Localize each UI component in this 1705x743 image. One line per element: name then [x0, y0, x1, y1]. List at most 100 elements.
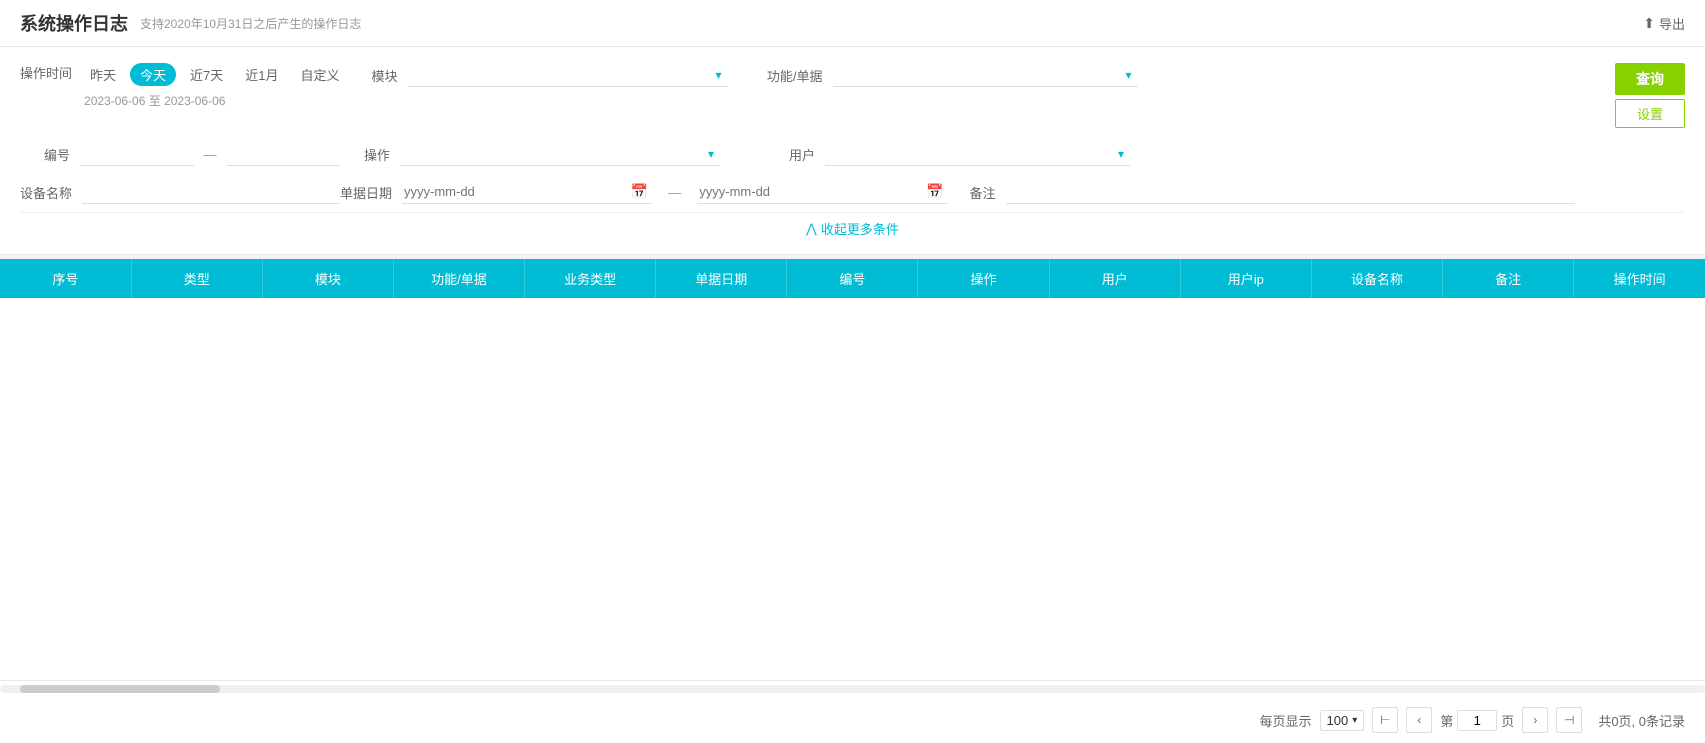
page-unit: 页	[1501, 711, 1514, 730]
filter-row-3: 设备名称 单据日期 📅 — 📅	[20, 180, 1685, 204]
time-btn-7days[interactable]: 近7天	[182, 63, 231, 86]
page-label: 第	[1440, 711, 1453, 730]
time-range: 2023-06-06 至 2023-06-06	[82, 92, 348, 109]
date-range: 📅 — 📅	[402, 180, 947, 204]
export-button[interactable]: ⬆ 导出	[1643, 14, 1685, 33]
operation-select[interactable]: ▾	[400, 142, 720, 166]
function-label: 功能/单据	[758, 66, 833, 85]
time-filter-group: 操作时间 昨天 今天 近7天 近1月 自定义 2023-06-06 至 2023…	[20, 63, 348, 109]
date-start-wrap: 📅	[402, 180, 652, 204]
page-next-button[interactable]: ›	[1522, 707, 1548, 733]
col-index: 序号	[0, 259, 131, 298]
query-button[interactable]: 查询	[1615, 63, 1685, 95]
page-title: 系统操作日志	[20, 10, 128, 36]
col-biz-type: 业务类型	[525, 259, 656, 298]
time-label: 操作时间	[20, 63, 82, 82]
time-btn-yesterday[interactable]: 昨天	[82, 63, 124, 86]
page-input[interactable]	[1457, 710, 1497, 731]
filter-area: 操作时间 昨天 今天 近7天 近1月 自定义 2023-06-06 至 2023…	[0, 47, 1705, 255]
empty-area	[0, 298, 1705, 658]
doc-date-filter-group: 单据日期 📅 — 📅	[340, 180, 948, 204]
per-page-value: 100	[1327, 713, 1349, 728]
col-user-ip: 用户ip	[1180, 259, 1311, 298]
operation-dropdown-icon[interactable]: ▾	[702, 147, 720, 161]
calendar-end-icon[interactable]: 📅	[922, 183, 947, 200]
function-select[interactable]: ▾	[833, 63, 1138, 87]
user-select[interactable]: ▾	[825, 142, 1130, 166]
code-input-start[interactable]	[80, 142, 194, 166]
operation-label: 操作	[340, 145, 400, 164]
function-dropdown-icon[interactable]: ▾	[1120, 68, 1138, 82]
export-icon: ⬆	[1643, 15, 1655, 32]
col-function: 功能/单据	[393, 259, 524, 298]
code-separator: —	[194, 147, 227, 162]
col-doc-date: 单据日期	[656, 259, 787, 298]
device-input-wrap	[82, 180, 340, 204]
date-end-input[interactable]	[697, 180, 922, 203]
date-start-input[interactable]	[402, 180, 627, 203]
page-last-button[interactable]: ⊣	[1556, 707, 1582, 733]
user-dropdown-icon[interactable]: ▾	[1112, 147, 1130, 161]
settings-button[interactable]: 设置	[1615, 99, 1685, 128]
scrollbar-track[interactable]	[0, 685, 1705, 693]
date-separator: —	[658, 185, 691, 200]
page-prev-button[interactable]: ‹	[1406, 707, 1432, 733]
module-select[interactable]: ▾	[408, 63, 728, 87]
table-header: 序号 类型 模块 功能/单据 业务类型 单据日期 编号 操作 用户 用户ip 设…	[0, 259, 1705, 298]
code-label: 编号	[20, 145, 80, 164]
time-btn-1month[interactable]: 近1月	[237, 63, 286, 86]
remark-input[interactable]	[1006, 180, 1576, 204]
table-area: 序号 类型 模块 功能/单据 业务类型 单据日期 编号 操作 用户 用户ip 设…	[0, 259, 1705, 680]
user-filter-group: 用户 ▾	[750, 142, 1130, 166]
col-op-time: 操作时间	[1574, 259, 1705, 298]
code-input-end-wrap	[227, 142, 341, 166]
col-type: 类型	[131, 259, 262, 298]
filter-row-2: 编号 — 操作 ▾ 用户	[20, 142, 1685, 166]
page-subtitle: 支持2020年10月31日之后产生的操作日志	[140, 15, 361, 32]
scrollbar-thumb[interactable]	[20, 685, 220, 693]
collapse-label: 收起更多条件	[821, 219, 899, 238]
doc-date-label: 单据日期	[340, 183, 402, 202]
module-label: 模块	[348, 66, 408, 85]
scrollbar-area[interactable]	[0, 680, 1705, 697]
collapse-button[interactable]: ⋀ 收起更多条件	[806, 219, 899, 238]
operation-input[interactable]	[400, 142, 702, 165]
calendar-start-icon[interactable]: 📅	[627, 183, 652, 200]
total-info: 共0页, 0条记录	[1598, 711, 1685, 730]
device-filter-group: 设备名称	[20, 180, 340, 204]
col-module: 模块	[262, 259, 393, 298]
page-num-wrap: 第 页	[1440, 710, 1514, 731]
operation-filter-group: 操作 ▾	[340, 142, 720, 166]
function-filter-group: 功能/单据 ▾	[758, 63, 1138, 87]
collapse-chevron-icon: ⋀	[806, 221, 817, 237]
code-input-end[interactable]	[227, 142, 341, 166]
export-label: 导出	[1659, 14, 1685, 33]
time-buttons: 昨天 今天 近7天 近1月 自定义	[82, 63, 348, 86]
time-btn-custom[interactable]: 自定义	[293, 63, 348, 86]
per-page-label: 每页显示	[1260, 711, 1312, 730]
code-filter-group: 编号 —	[20, 142, 340, 166]
function-input[interactable]	[833, 63, 1120, 86]
remark-label: 备注	[968, 183, 1006, 202]
per-page-select[interactable]: 100 ▾	[1320, 710, 1365, 731]
col-user: 用户	[1049, 259, 1180, 298]
col-remark: 备注	[1443, 259, 1574, 298]
code-input-start-wrap	[80, 142, 194, 166]
remark-filter-group: 备注	[968, 180, 1576, 204]
header-left: 系统操作日志 支持2020年10月31日之后产生的操作日志	[20, 10, 361, 36]
table-header-row: 序号 类型 模块 功能/单据 业务类型 单据日期 编号 操作 用户 用户ip 设…	[0, 259, 1705, 298]
col-operation: 操作	[918, 259, 1049, 298]
user-input[interactable]	[825, 142, 1112, 165]
time-filter-content: 昨天 今天 近7天 近1月 自定义 2023-06-06 至 2023-06-0…	[82, 63, 348, 109]
device-input[interactable]	[82, 180, 340, 204]
col-device-name: 设备名称	[1311, 259, 1442, 298]
module-input[interactable]	[408, 63, 710, 86]
page-first-button[interactable]: ⊢	[1372, 707, 1398, 733]
per-page-dropdown-icon: ▾	[1352, 715, 1357, 726]
pagination: 每页显示 100 ▾ ⊢ ‹ 第 页 › ⊣ 共0页, 0条记录	[0, 697, 1705, 743]
action-buttons: 查询 设置	[1615, 63, 1685, 128]
module-dropdown-icon[interactable]: ▾	[710, 68, 728, 82]
time-btn-today[interactable]: 今天	[130, 63, 176, 86]
data-table: 序号 类型 模块 功能/单据 业务类型 单据日期 编号 操作 用户 用户ip 设…	[0, 259, 1705, 298]
filter-row-1: 操作时间 昨天 今天 近7天 近1月 自定义 2023-06-06 至 2023…	[20, 63, 1685, 128]
